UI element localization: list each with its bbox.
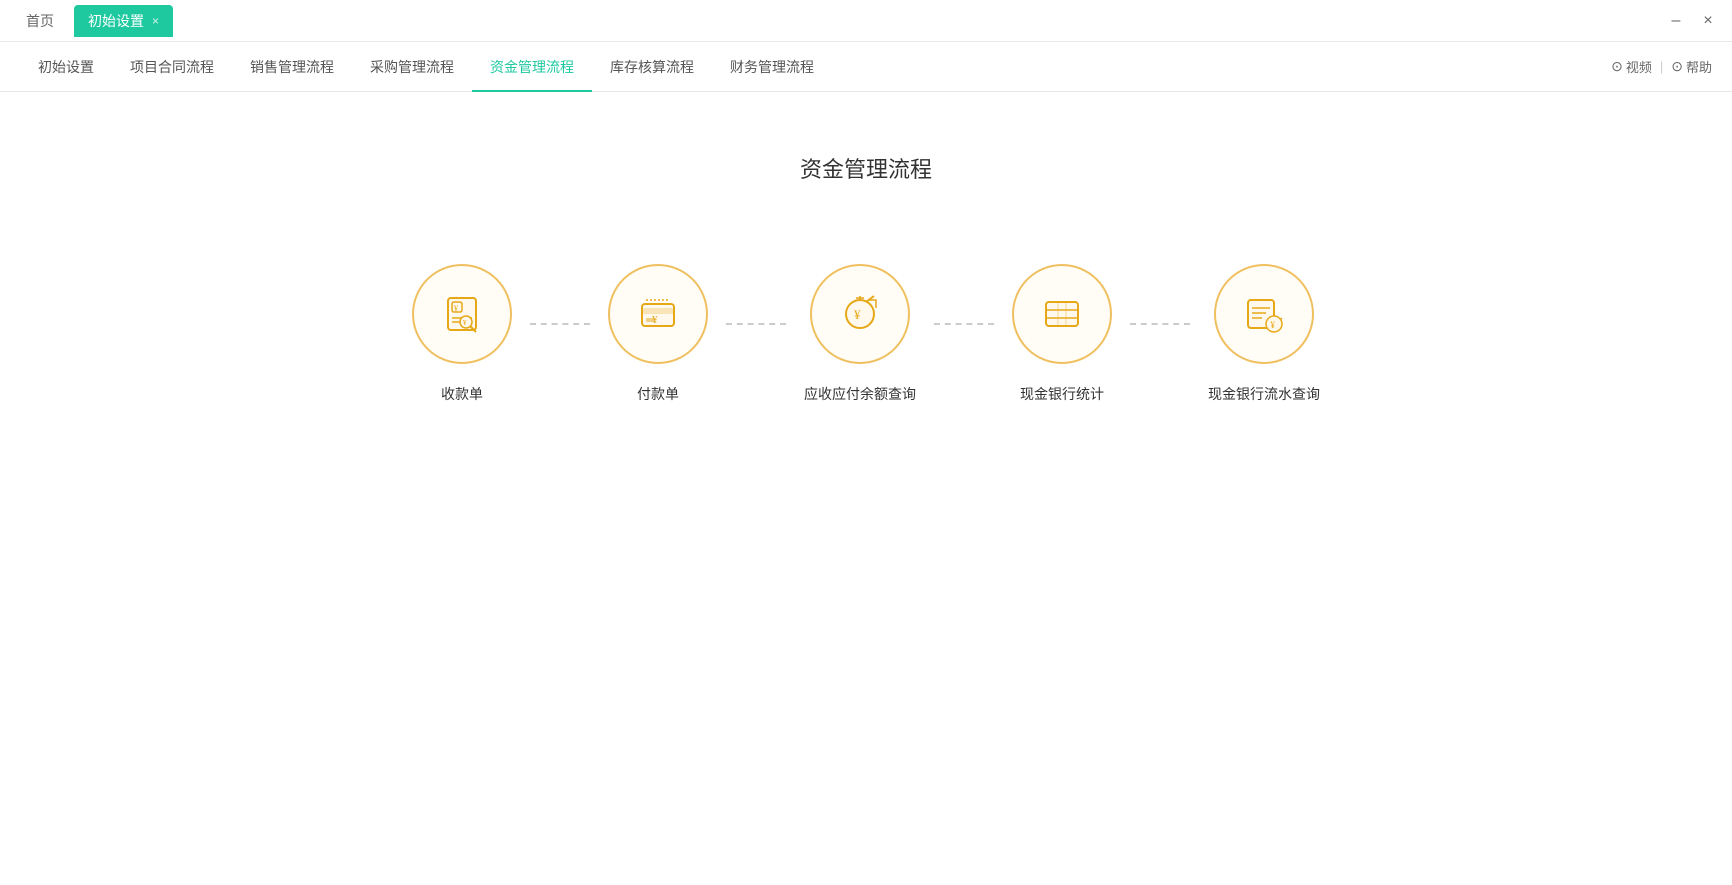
- nav-item-capital[interactable]: 资金管理流程: [472, 42, 592, 92]
- cashbank-icon-circle[interactable]: [1012, 264, 1112, 364]
- help-icon: ⊙: [1671, 58, 1683, 75]
- top-bar: 首页 初始设置 × – ×: [0, 0, 1732, 42]
- cashflow-svg: ¥: [1242, 292, 1286, 336]
- help-link[interactable]: ⊙ 帮助: [1671, 57, 1712, 76]
- dot-line-4: [1130, 323, 1190, 325]
- receipt-label: 收款单: [441, 384, 483, 404]
- connector-4: [1112, 323, 1208, 325]
- balance-svg: ¥: [838, 292, 882, 336]
- cashbank-svg: [1040, 292, 1084, 336]
- nav-item-project[interactable]: 项目合同流程: [112, 42, 232, 92]
- page-title: 资金管理流程: [800, 152, 932, 184]
- dot-line-2: [726, 323, 786, 325]
- cashflow-icon-circle[interactable]: ¥: [1214, 264, 1314, 364]
- connector-1: [512, 323, 608, 325]
- play-icon: ⊙: [1611, 58, 1623, 75]
- nav-item-inventory[interactable]: 库存核算流程: [592, 42, 712, 92]
- video-link[interactable]: ⊙ 视频: [1611, 57, 1652, 76]
- close-window-button[interactable]: ×: [1694, 7, 1722, 35]
- svg-text:¥: ¥: [463, 319, 467, 327]
- flow-item-balance[interactable]: ¥ 应收应付余额查询: [804, 264, 916, 404]
- dot-line: [530, 323, 590, 325]
- receipt-svg: ¥ ¥: [440, 292, 484, 336]
- nav-item-purchase[interactable]: 采购管理流程: [352, 42, 472, 92]
- help-label: 帮助: [1686, 57, 1712, 76]
- main-content: 资金管理流程 ¥ ¥ 收款单: [0, 92, 1732, 404]
- nav-item-init[interactable]: 初始设置: [20, 42, 112, 92]
- flow-item-cashflow[interactable]: ¥ 现金银行流水查询: [1208, 264, 1320, 404]
- svg-text:¥: ¥: [1271, 320, 1276, 330]
- nav-right: ⊙ 视频 | ⊙ 帮助: [1611, 57, 1712, 76]
- cashbank-label: 现金银行统计: [1020, 384, 1104, 404]
- window-controls: – ×: [1662, 7, 1722, 35]
- minimize-button[interactable]: –: [1662, 7, 1690, 35]
- nav-divider: |: [1656, 59, 1667, 74]
- connector-2: [708, 323, 804, 325]
- connector-3: [916, 323, 1012, 325]
- balance-label: 应收应付余额查询: [804, 384, 916, 404]
- home-tab[interactable]: 首页: [10, 0, 70, 42]
- flow-container: ¥ ¥ 收款单 ¥: [412, 264, 1320, 404]
- flow-item-receipt[interactable]: ¥ ¥ 收款单: [412, 264, 512, 404]
- nav-bar: 初始设置 项目合同流程 销售管理流程 采购管理流程 资金管理流程 库存核算流程 …: [0, 42, 1732, 92]
- nav-item-sales[interactable]: 销售管理流程: [232, 42, 352, 92]
- svg-text:¥: ¥: [454, 304, 458, 313]
- receipt-icon-circle[interactable]: ¥ ¥: [412, 264, 512, 364]
- close-tab-icon[interactable]: ×: [152, 14, 159, 28]
- balance-icon-circle[interactable]: ¥: [810, 264, 910, 364]
- flow-item-cashbank[interactable]: 现金银行统计: [1012, 264, 1112, 404]
- active-tab[interactable]: 初始设置 ×: [74, 5, 173, 37]
- cashflow-label: 现金银行流水查询: [1208, 384, 1320, 404]
- video-label: 视频: [1626, 57, 1652, 76]
- payment-svg: ¥: [636, 292, 680, 336]
- svg-text:¥: ¥: [854, 307, 861, 322]
- active-tab-label: 初始设置: [88, 11, 144, 31]
- payment-label: 付款单: [637, 384, 679, 404]
- dot-line-3: [934, 323, 994, 325]
- payment-icon-circle[interactable]: ¥: [608, 264, 708, 364]
- nav-item-finance[interactable]: 财务管理流程: [712, 42, 832, 92]
- flow-item-payment[interactable]: ¥ 付款单: [608, 264, 708, 404]
